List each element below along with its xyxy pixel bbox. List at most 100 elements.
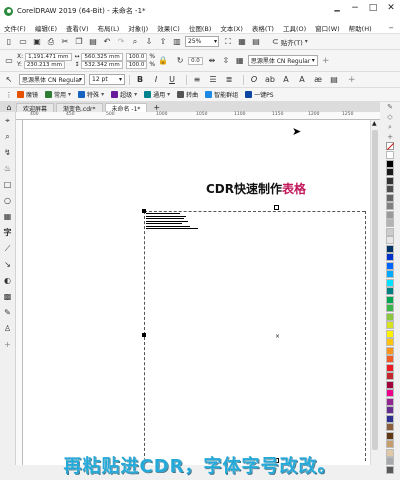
selection-handle[interactable] (274, 205, 279, 210)
italic-button[interactable]: I (150, 74, 162, 86)
color-swatch[interactable] (386, 219, 394, 227)
new-icon[interactable]: ▯ (3, 36, 15, 48)
tool-icon[interactable]: ✎ (387, 102, 393, 112)
scroll-up-icon[interactable]: ▲ (372, 120, 377, 127)
color-swatch[interactable] (386, 397, 394, 406)
minimize-button[interactable]: − (346, 3, 364, 19)
color-swatch[interactable] (386, 270, 394, 278)
center-marker-icon[interactable]: × (275, 333, 280, 340)
color-swatch[interactable] (386, 321, 394, 329)
y-position-input[interactable]: 230.213 mm (23, 60, 66, 69)
underline-button[interactable]: U (166, 74, 178, 86)
polygon-tool-icon[interactable]: ▦ (1, 210, 14, 223)
zoom-level-combo[interactable]: 25% (185, 36, 219, 47)
menu-tools[interactable]: 工具(O) (283, 23, 306, 33)
vertical-text-icon[interactable]: A (296, 74, 308, 86)
align-icon[interactable]: ≡ (191, 74, 203, 86)
mirror-h-icon[interactable]: ⇹ (206, 55, 218, 67)
tab-gradient-cdr[interactable]: 渐变色.cdr* (56, 103, 103, 113)
color-swatch[interactable] (386, 329, 394, 338)
pasted-text-block[interactable] (146, 213, 198, 231)
color-swatch[interactable] (386, 312, 394, 321)
numbered-list-icon[interactable]: ≣ (223, 74, 235, 86)
pick-tool-icon[interactable]: ↖ (3, 74, 15, 86)
color-swatch[interactable] (386, 363, 394, 372)
font-name-combo[interactable]: 思源黑体 CN Regular (19, 74, 85, 85)
color-swatch[interactable] (386, 176, 394, 185)
text-frame-selection[interactable] (144, 211, 365, 461)
color-swatch[interactable] (386, 431, 394, 440)
selection-handle[interactable] (142, 209, 146, 213)
color-swatch[interactable] (386, 278, 394, 287)
plugin-special[interactable]: 特殊 ▾ (78, 90, 104, 99)
color-swatch[interactable] (386, 261, 394, 270)
pdf-icon[interactable]: ▥ (171, 36, 183, 48)
color-swatch[interactable] (386, 193, 394, 202)
redo-icon[interactable]: ↷ (115, 36, 127, 48)
color-swatch[interactable] (386, 287, 394, 295)
save-icon[interactable]: ▣ (31, 36, 43, 48)
color-swatch[interactable] (386, 414, 394, 423)
copy-icon[interactable]: ❐ (73, 36, 85, 48)
zoom-icon[interactable]: ⌕ (387, 122, 393, 132)
wrap-text-icon[interactable]: ▤ (328, 74, 340, 86)
horizontal-ruler[interactable]: 400 450 500 1000 1050 1100 1150 1200 125… (16, 112, 380, 120)
color-swatch[interactable] (386, 304, 394, 312)
shadow-tool-icon[interactable]: ◐ (1, 274, 14, 287)
color-swatch[interactable] (386, 355, 394, 363)
canvas-heading[interactable]: CDR快速制作表格 (206, 180, 306, 197)
vertical-scrollbar[interactable]: ▲ (370, 120, 379, 465)
export-icon[interactable]: ⇧ (157, 36, 169, 48)
color-swatch[interactable] (386, 380, 394, 389)
menu-bitmaps[interactable]: 位图(B) (189, 23, 212, 33)
color-swatch[interactable] (386, 295, 394, 304)
text-type-icon[interactable]: ▦ (234, 55, 246, 67)
ellipse-tool-icon[interactable]: ○ (1, 194, 14, 207)
restore-icon[interactable]: 🗕 (328, 3, 346, 19)
text-tool-icon[interactable]: 字 (1, 226, 14, 239)
color-swatch[interactable] (386, 346, 394, 355)
edit-text-icon[interactable]: ab (264, 74, 276, 86)
x-position-input[interactable]: 1,191.471 mm (25, 52, 72, 61)
menu-table[interactable]: 表格(T) (252, 23, 274, 33)
tab-welcome[interactable]: 欢迎屏幕 (16, 103, 55, 113)
menu-window[interactable]: 窗口(W) (315, 23, 340, 33)
bold-button[interactable]: B (134, 74, 146, 86)
bullet-list-icon[interactable]: ☰ (207, 74, 219, 86)
menu-view[interactable]: 查看(V) (66, 23, 89, 33)
pick-tool-icon[interactable]: ⌖ (1, 114, 14, 127)
width-input[interactable]: 560.325 mm (81, 52, 123, 61)
mirror-v-icon[interactable]: ⇳ (220, 55, 232, 67)
tab-untitled-1[interactable]: 未命名 -1* (104, 103, 148, 113)
plugin-one-click-ps[interactable]: 一键PS (245, 90, 274, 99)
full-screen-icon[interactable]: ⛶ (222, 36, 234, 48)
doc-minimize-button[interactable]: − (389, 24, 394, 32)
plugin-mirror[interactable]: 魔镜 (17, 90, 38, 99)
add-icon[interactable]: + (322, 56, 330, 66)
new-tab-button[interactable]: + (149, 103, 164, 112)
plugin-common[interactable]: 常用 ▾ (45, 90, 71, 99)
menu-text[interactable]: 文本(X) (220, 23, 243, 33)
no-color-swatch[interactable] (386, 142, 394, 150)
color-swatch[interactable] (386, 151, 394, 159)
color-swatch[interactable] (386, 210, 394, 219)
char-glyph-icon[interactable]: æ (312, 74, 324, 86)
zoom-tool-icon[interactable]: ⌕ (1, 130, 14, 143)
drawing-canvas[interactable]: CDR快速制作表格 × ➤ (23, 120, 370, 465)
menu-edit[interactable]: 编辑(E) (35, 23, 57, 33)
color-swatch[interactable] (386, 185, 394, 193)
color-swatch[interactable] (386, 406, 394, 414)
color-swatch[interactable] (386, 159, 394, 168)
rectangle-tool-icon[interactable]: □ (1, 178, 14, 191)
open-icon[interactable]: ▭ (17, 36, 29, 48)
plugin-super[interactable]: 超级 ▾ (111, 90, 137, 99)
rulers-icon[interactable]: ▦ (236, 36, 248, 48)
height-input[interactable]: 532.342 mm (81, 60, 123, 69)
color-swatch[interactable] (386, 440, 394, 448)
color-swatch[interactable] (386, 253, 394, 261)
artistic-media-icon[interactable]: ♨ (1, 162, 14, 175)
snap-to-button[interactable]: ⊂ 贴齐(T) ▾ (272, 37, 308, 47)
vertical-ruler[interactable] (16, 120, 23, 465)
add-tool-icon[interactable]: + (1, 338, 14, 351)
plugin-general[interactable]: 通用 ▾ (144, 90, 170, 99)
